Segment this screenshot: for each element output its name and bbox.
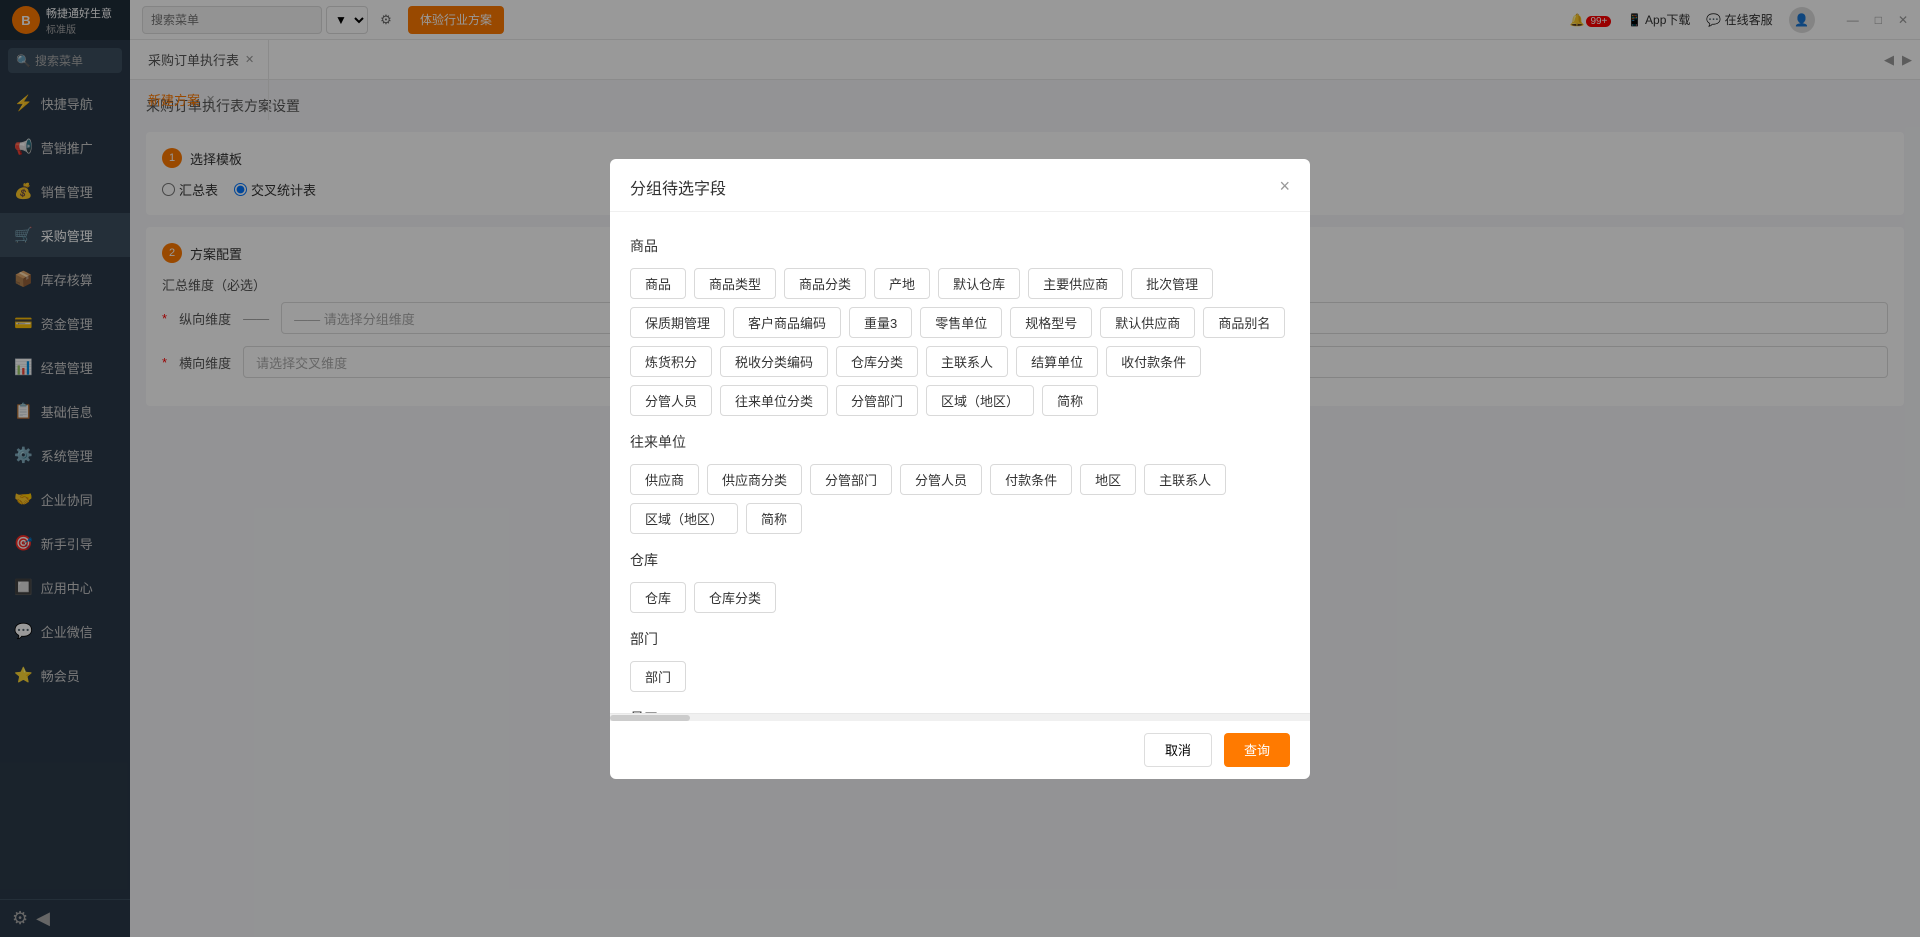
field-tag-0-10[interactable]: 零售单位 xyxy=(920,307,1002,338)
field-tag-1-4[interactable]: 付款条件 xyxy=(990,464,1072,495)
field-tag-3-0[interactable]: 部门 xyxy=(630,661,686,692)
field-tag-0-22[interactable]: 分管部门 xyxy=(836,385,918,416)
section-title-3: 部门 xyxy=(630,629,1290,649)
modal-scrollbar xyxy=(610,713,1310,719)
modal-scrollbar-thumb xyxy=(610,715,690,721)
field-tags-3: 部门 xyxy=(630,661,1290,692)
field-tag-0-11[interactable]: 规格型号 xyxy=(1010,307,1092,338)
section-title-2: 仓库 xyxy=(630,550,1290,570)
field-tag-1-6[interactable]: 主联系人 xyxy=(1144,464,1226,495)
field-tag-2-0[interactable]: 仓库 xyxy=(630,582,686,613)
field-tag-0-4[interactable]: 默认仓库 xyxy=(938,268,1020,299)
field-tag-0-20[interactable]: 分管人员 xyxy=(630,385,712,416)
section-title-0: 商品 xyxy=(630,236,1290,256)
field-tag-0-2[interactable]: 商品分类 xyxy=(784,268,866,299)
field-tags-2: 仓库仓库分类 xyxy=(630,582,1290,613)
field-tag-1-0[interactable]: 供应商 xyxy=(630,464,699,495)
modal-sections: 商品商品商品类型商品分类产地默认仓库主要供应商批次管理保质期管理客户商品编码重量… xyxy=(630,236,1290,714)
modal-title: 分组待选字段 xyxy=(630,175,726,199)
cancel-button[interactable]: 取消 xyxy=(1144,733,1212,767)
field-tags-1: 供应商供应商分类分管部门分管人员付款条件地区主联系人区域（地区） 简称 xyxy=(630,464,1290,534)
field-tag-0-12[interactable]: 默认供应商 xyxy=(1100,307,1195,338)
field-tag-0-3[interactable]: 产地 xyxy=(874,268,930,299)
field-tag-0-0[interactable]: 商品 xyxy=(630,268,686,299)
field-tag-0-17[interactable]: 主联系人 xyxy=(926,346,1008,377)
field-tag-0-18[interactable]: 结算单位 xyxy=(1016,346,1098,377)
field-tag-0-5[interactable]: 主要供应商 xyxy=(1028,268,1123,299)
section-title-1: 往来单位 xyxy=(630,432,1290,452)
field-tag-1-7[interactable]: 区域（地区） xyxy=(630,503,738,534)
field-tag-0-9[interactable]: 重量3 xyxy=(849,307,912,338)
field-tag-0-8[interactable]: 客户商品编码 xyxy=(733,307,841,338)
modal-footer: 取消 查询 xyxy=(610,720,1310,779)
field-tag-0-15[interactable]: 税收分类编码 xyxy=(720,346,828,377)
field-tag-1-1[interactable]: 供应商分类 xyxy=(707,464,802,495)
modal-body: 商品商品商品类型商品分类产地默认仓库主要供应商批次管理保质期管理客户商品编码重量… xyxy=(610,212,1310,714)
field-tag-0-13[interactable]: 商品别名 xyxy=(1203,307,1285,338)
field-tag-0-24[interactable]: 简称 xyxy=(1042,385,1098,416)
modal-overlay: 分组待选字段 × 商品商品商品类型商品分类产地默认仓库主要供应商批次管理保质期管… xyxy=(0,0,1920,937)
modal-header: 分组待选字段 × xyxy=(610,159,1310,212)
field-tag-1-8[interactable]: 简称 xyxy=(746,503,802,534)
field-tag-0-7[interactable]: 保质期管理 xyxy=(630,307,725,338)
field-tag-0-21[interactable]: 往来单位分类 xyxy=(720,385,828,416)
field-tag-1-2[interactable]: 分管部门 xyxy=(810,464,892,495)
modal-dialog: 分组待选字段 × 商品商品商品类型商品分类产地默认仓库主要供应商批次管理保质期管… xyxy=(610,159,1310,779)
field-tag-0-14[interactable]: 炼货积分 xyxy=(630,346,712,377)
field-tag-0-6[interactable]: 批次管理 xyxy=(1131,268,1213,299)
field-tag-2-1[interactable]: 仓库分类 xyxy=(694,582,776,613)
field-tag-1-3[interactable]: 分管人员 xyxy=(900,464,982,495)
field-tag-1-5[interactable]: 地区 xyxy=(1080,464,1136,495)
field-tag-0-19[interactable]: 收付款条件 xyxy=(1106,346,1201,377)
field-tag-0-16[interactable]: 仓库分类 xyxy=(836,346,918,377)
modal-close-btn[interactable]: × xyxy=(1279,176,1290,197)
field-tag-0-23[interactable]: 区域（地区） xyxy=(926,385,1034,416)
confirm-button[interactable]: 查询 xyxy=(1224,733,1290,767)
field-tags-0: 商品商品类型商品分类产地默认仓库主要供应商批次管理保质期管理客户商品编码重量3 零… xyxy=(630,268,1290,416)
field-tag-0-1[interactable]: 商品类型 xyxy=(694,268,776,299)
